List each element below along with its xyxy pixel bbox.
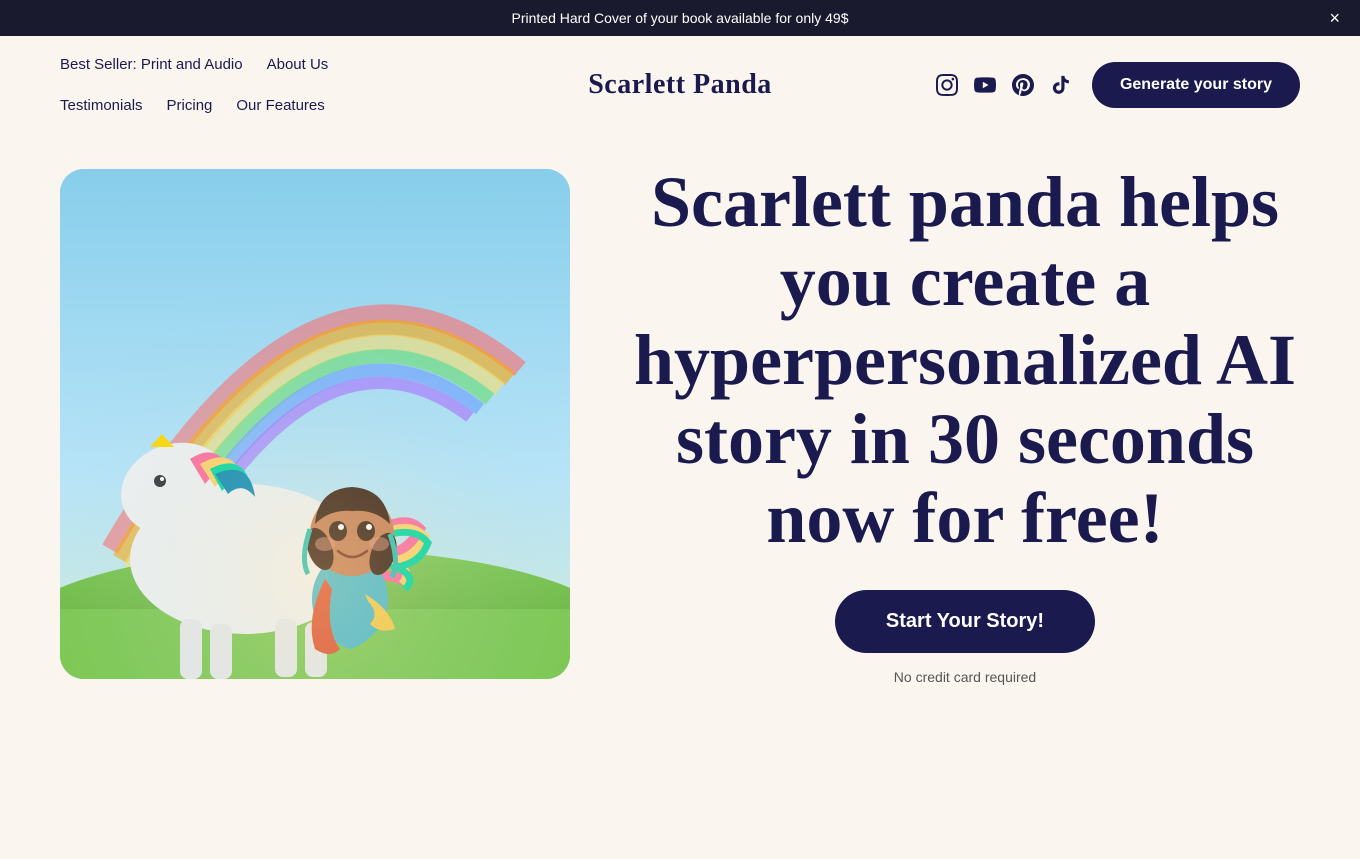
site-logo[interactable]: Scarlett Panda <box>588 69 772 101</box>
hero-headline: Scarlett panda helps you create a hyperp… <box>630 163 1300 559</box>
instagram-icon[interactable] <box>936 74 958 96</box>
nav-link-about-us[interactable]: About Us <box>267 56 329 73</box>
announcement-bar: Printed Hard Cover of your book availabl… <box>0 0 1360 36</box>
social-icons <box>936 74 1072 96</box>
pinterest-icon[interactable] <box>1012 74 1034 96</box>
no-credit-text: No credit card required <box>894 669 1036 685</box>
hero-text: Scarlett panda helps you create a hyperp… <box>630 163 1300 686</box>
nav-link-testimonials[interactable]: Testimonials <box>60 97 143 114</box>
header: Best Seller: Print and Audio About Us Te… <box>0 36 1360 134</box>
nav-link-best-seller[interactable]: Best Seller: Print and Audio <box>60 56 243 73</box>
nav-right: Generate your story <box>936 62 1300 108</box>
announcement-text: Printed Hard Cover of your book availabl… <box>512 10 849 26</box>
nav-left: Best Seller: Print and Audio About Us Te… <box>60 56 360 114</box>
tiktok-icon[interactable] <box>1050 74 1072 96</box>
hero-section: Scarlett panda helps you create a hyperp… <box>0 134 1360 734</box>
announcement-close-button[interactable]: × <box>1329 9 1340 27</box>
nav-link-features[interactable]: Our Features <box>236 97 324 114</box>
generate-story-button[interactable]: Generate your story <box>1092 62 1300 108</box>
hero-image <box>60 169 570 679</box>
start-story-button[interactable]: Start Your Story! <box>835 590 1095 653</box>
nav-link-pricing[interactable]: Pricing <box>167 97 213 114</box>
youtube-icon[interactable] <box>974 74 996 96</box>
